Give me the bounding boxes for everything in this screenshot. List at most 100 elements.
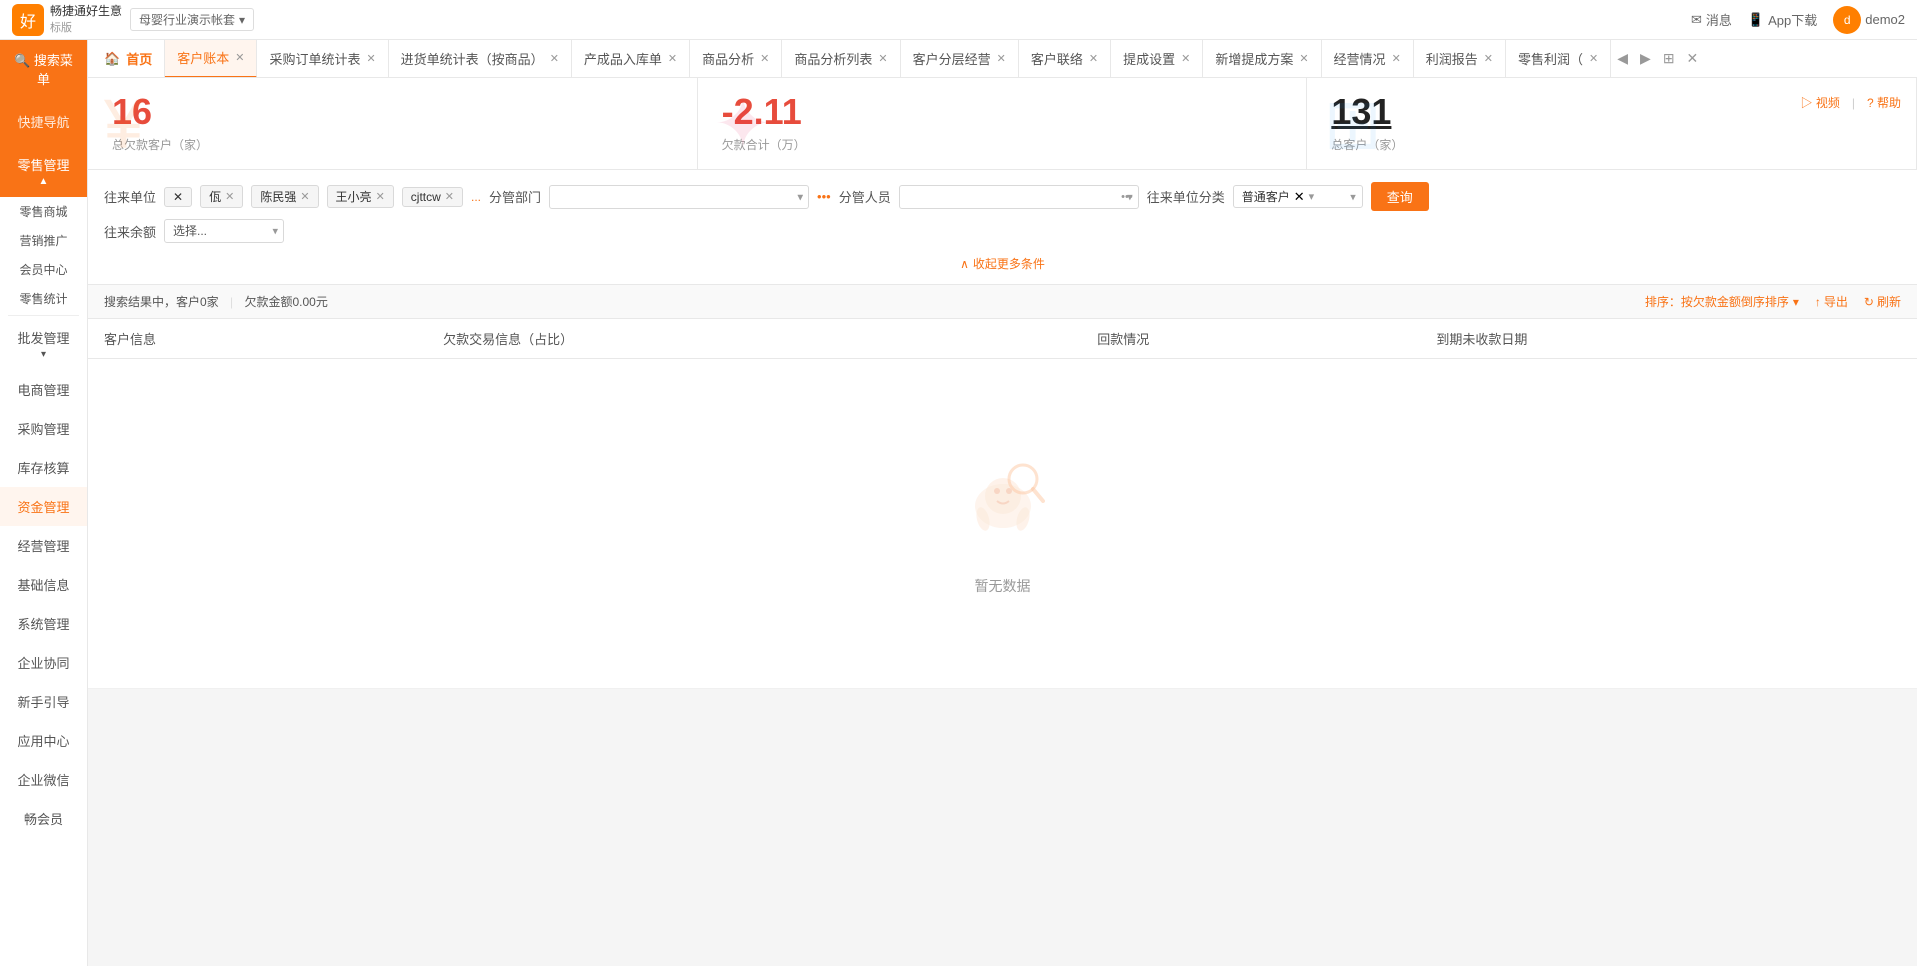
sidebar-item-fund-mgmt[interactable]: 资金管理 [0,487,87,526]
sidebar-item-basic-info[interactable]: 基础信息 [0,565,87,604]
tab-business-status[interactable]: 经营情况 ✕ [1322,40,1414,78]
tab-product-analysis-list[interactable]: 商品分析列表 ✕ [782,40,900,78]
sidebar-item-label: 库存核算 [17,458,69,477]
sidebar-item-wholesale-mgmt[interactable]: 批发管理 ▾ [0,318,87,370]
sidebar-item-member-center[interactable]: 会员中心 [0,255,87,284]
tab-product-inbound[interactable]: 产成品入库单 ✕ [572,40,690,78]
dept-select-wrap[interactable]: ▾ [549,185,809,209]
stat-bg-icon-2: ✦ [714,83,773,165]
video-label: 视频 [1816,96,1840,110]
tab-retail-profit[interactable]: 零售利润（ ✕ [1506,40,1611,78]
sidebar-item-label: 经营管理 [17,536,69,555]
export-btn[interactable]: ↑ 导出 [1815,293,1848,310]
account-dropdown[interactable]: 母婴行业演示帐套 ▾ [130,8,254,31]
tab-profit-report[interactable]: 利润报告 ✕ [1414,40,1506,78]
user-area[interactable]: d demo2 [1833,6,1905,34]
tab-close-business-status[interactable]: ✕ [1392,52,1401,65]
stat-credit-amount-label: 欠款合计（万） [722,136,1283,153]
sidebar-item-retail-mall[interactable]: 零售商城 [0,197,87,226]
tab-close-account-book[interactable]: ✕ [235,51,244,64]
collapse-btn[interactable]: ∧ 收起更多条件 [104,251,1901,276]
tab-close-retail-profit[interactable]: ✕ [1589,52,1598,65]
tab-close-promotion-settings[interactable]: ✕ [1181,52,1190,65]
balance-select[interactable]: 选择... [164,219,284,243]
sidebar-item-enterprise-wechat[interactable]: 企业微信 [0,760,87,799]
app-download-btn[interactable]: 📱 App下载 [1748,10,1817,29]
sidebar-item-label: 企业微信 [17,770,69,789]
sidebar-item-enterprise-coop[interactable]: 企业协同 [0,643,87,682]
sidebar-item-app-center[interactable]: 应用中心 [0,721,87,760]
tab-inbound-stats-label: 进货单统计表（按商品） [401,49,544,68]
tab-customer-contact[interactable]: 客户联络 ✕ [1019,40,1111,78]
dept-more-btn[interactable]: ••• [817,189,831,204]
sidebar-search[interactable]: 🔍 搜索菜单 [0,40,87,98]
app-download-label: App下载 [1768,10,1817,29]
balance-select-wrap[interactable]: 选择... [164,219,284,243]
tab-customer-segment[interactable]: 客户分层经营 ✕ [901,40,1019,78]
filter-tag-cjttcw-close[interactable]: ✕ [445,190,454,203]
tab-new-promotion-plan[interactable]: 新增提成方案 ✕ [1203,40,1321,78]
tabs-expand-btn[interactable]: ⊞ [1657,40,1681,78]
tab-promotion-settings[interactable]: 提成设置 ✕ [1111,40,1203,78]
main-layout: 🔍 搜索菜单 快捷导航 零售管理 ▲ 零售商城 营销推广 会员中心 零售统计 批… [0,40,1917,966]
sidebar-item-new-guide[interactable]: 新手引导 [0,682,87,721]
unit-filter-label: 往来单位 [104,187,156,206]
sidebar-item-inventory-check[interactable]: 库存核算 [0,448,87,487]
filter-tag-wang-close[interactable]: ✕ [376,190,385,203]
person-input[interactable] [899,185,1139,209]
tab-close-product-inbound[interactable]: ✕ [668,52,677,65]
filter-tag-wa-close[interactable]: ✕ [225,190,234,203]
tab-inbound-stats[interactable]: 进货单统计表（按商品） ✕ [389,40,572,78]
tabs-next-btn[interactable]: ▶ [1634,40,1657,78]
topbar-right: ✉ 消息 📱 App下载 d demo2 [1691,6,1905,34]
tab-close-profit-report[interactable]: ✕ [1484,52,1493,65]
tab-profit-report-label: 利润报告 [1426,49,1478,68]
unit-type-tag-close[interactable]: ✕ [1294,189,1305,205]
tab-close-customer-contact[interactable]: ✕ [1089,52,1098,65]
filter-tag-wang-label: 王小亮 [336,188,372,205]
tab-home[interactable]: 🏠 首页 [92,40,165,78]
filter-tag-chen-close[interactable]: ✕ [300,190,309,203]
sidebar-item-purchase-mgmt[interactable]: 采购管理 [0,409,87,448]
tab-product-analysis[interactable]: 商品分析 ✕ [690,40,782,78]
sidebar-item-system-mgmt[interactable]: 系统管理 [0,604,87,643]
empty-row: 暂无数据 [88,359,1917,689]
query-btn[interactable]: 查询 [1371,182,1429,211]
tab-close-customer-segment[interactable]: ✕ [997,52,1006,65]
stat-bg-icon-1: ¥ [104,84,143,164]
dept-input[interactable] [549,185,809,209]
tab-account-book[interactable]: 客户账本 ✕ [165,40,257,78]
sidebar-item-business-mgmt[interactable]: 经营管理 [0,526,87,565]
tab-close-new-promotion-plan[interactable]: ✕ [1299,52,1308,65]
sidebar-item-quick-nav[interactable]: 快捷导航 [0,104,87,139]
sidebar-item-label: 资金管理 [17,497,69,516]
filter-more-btn[interactable]: ... [471,190,481,204]
col-credit-info: 欠款交易信息（占比） [427,319,1081,359]
sidebar-item-member[interactable]: 畅会员 [0,799,87,838]
sidebar-item-marketing[interactable]: 营销推广 [0,226,87,255]
home-icon: 🏠 [104,51,120,67]
tab-close-purchase-order[interactable]: ✕ [366,52,375,65]
refresh-btn[interactable]: ↻ 刷新 [1864,293,1901,310]
tab-purchase-order[interactable]: 采购订单统计表 ✕ [257,40,388,78]
tab-close-product-analysis-list[interactable]: ✕ [878,52,887,65]
tabs-close-all-btn[interactable]: ✕ [1681,40,1705,78]
sidebar-item-ecommerce-mgmt[interactable]: 电商管理 [0,370,87,409]
sidebar-item-retail-stats[interactable]: 零售统计 [0,284,87,313]
tab-close-product-analysis[interactable]: ✕ [760,52,769,65]
sidebar-item-label: 营销推广 [19,232,67,249]
help-btn[interactable]: ? 帮助 [1867,94,1901,111]
sort-btn[interactable]: 排序：按欠款金额倒序排序 ▾ [1645,293,1799,310]
sort-chevron-icon: ▾ [1793,295,1799,309]
sidebar: 🔍 搜索菜单 快捷导航 零售管理 ▲ 零售商城 营销推广 会员中心 零售统计 批… [0,40,88,966]
message-btn[interactable]: ✉ 消息 [1691,10,1732,29]
person-select-wrap[interactable]: ••• [899,185,1139,209]
video-btn[interactable]: ▷ 视频 [1800,94,1839,111]
sidebar-item-label: 应用中心 [17,731,69,750]
table-header-row: 客户信息 欠款交易信息（占比） 回款情况 到期未收款日期 [88,319,1917,359]
tab-close-inbound-stats[interactable]: ✕ [550,52,559,65]
tabs-prev-btn[interactable]: ◀ [1611,40,1634,78]
sidebar-item-retail-mgmt[interactable]: 零售管理 ▲ [0,145,87,197]
page-content: ¥ 16 总欠款客户（家） ✦ -2.11 欠款合计（万） ⊞ 131 总客户（… [88,78,1917,966]
tab-promotion-settings-label: 提成设置 [1123,49,1175,68]
